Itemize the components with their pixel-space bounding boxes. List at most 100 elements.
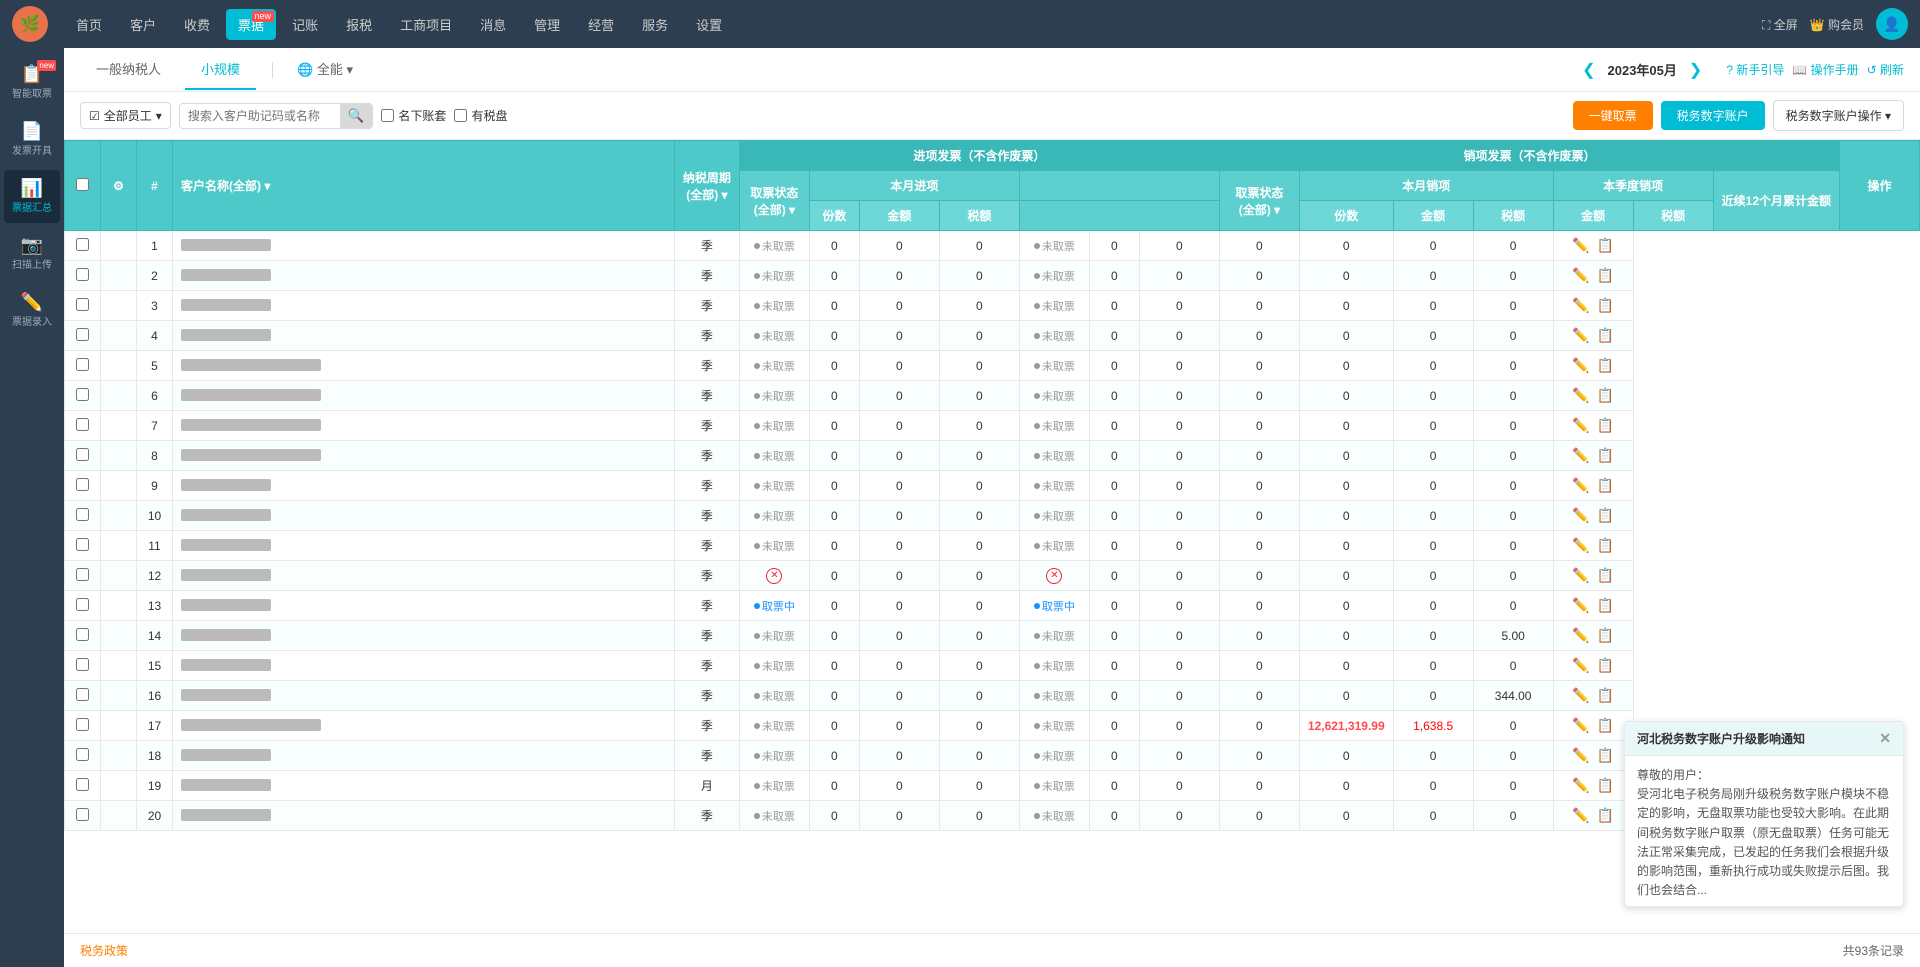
- row-checkbox[interactable]: [76, 778, 89, 791]
- row-checkbox-cell[interactable]: [65, 231, 101, 261]
- row-checkbox-cell[interactable]: [65, 411, 101, 441]
- th-select-all[interactable]: [65, 141, 101, 231]
- row-checkbox-cell[interactable]: [65, 711, 101, 741]
- edit-icon[interactable]: ✏️: [1570, 355, 1591, 375]
- copy-icon[interactable]: 📋: [1595, 325, 1616, 345]
- row-checkbox[interactable]: [76, 748, 89, 761]
- vip-button[interactable]: 👑 购会员: [1810, 16, 1864, 33]
- edit-icon[interactable]: ✏️: [1570, 295, 1591, 315]
- copy-icon[interactable]: 📋: [1595, 475, 1616, 495]
- row-checkbox-cell[interactable]: [65, 681, 101, 711]
- edit-icon[interactable]: ✏️: [1570, 745, 1591, 765]
- nav-invoice[interactable]: 票据 new: [226, 9, 276, 40]
- copy-icon[interactable]: 📋: [1595, 385, 1616, 405]
- row-checkbox[interactable]: [76, 478, 89, 491]
- new-guide-button[interactable]: ? 新手引导: [1726, 61, 1784, 78]
- row-checkbox[interactable]: [76, 448, 89, 461]
- row-expand-cell[interactable]: [101, 771, 137, 801]
- manual-button[interactable]: 📖 操作手册: [1792, 61, 1858, 78]
- row-expand-cell[interactable]: [101, 621, 137, 651]
- row-checkbox[interactable]: [76, 418, 89, 431]
- row-checkbox-cell[interactable]: [65, 351, 101, 381]
- nav-message[interactable]: 消息: [468, 9, 518, 40]
- next-month-button[interactable]: ❯: [1689, 60, 1702, 80]
- copy-icon[interactable]: 📋: [1595, 745, 1616, 765]
- edit-icon[interactable]: ✏️: [1570, 415, 1591, 435]
- th-settings[interactable]: ⚙: [101, 141, 137, 231]
- taxdisk-checkbox[interactable]: [454, 109, 467, 122]
- nav-tax[interactable]: 报税: [334, 9, 384, 40]
- edit-icon[interactable]: ✏️: [1570, 805, 1591, 825]
- tab-small-scale[interactable]: 小规模: [185, 49, 256, 90]
- edit-icon[interactable]: ✏️: [1570, 625, 1591, 645]
- row-checkbox[interactable]: [76, 298, 89, 311]
- row-checkbox-cell[interactable]: [65, 591, 101, 621]
- tax-digital-account-ops-button[interactable]: 税务数字账户操作 ▾: [1773, 100, 1904, 131]
- row-checkbox-cell[interactable]: [65, 441, 101, 471]
- copy-icon[interactable]: 📋: [1595, 265, 1616, 285]
- nav-settings[interactable]: 设置: [684, 9, 734, 40]
- edit-icon[interactable]: ✏️: [1570, 775, 1591, 795]
- edit-icon[interactable]: ✏️: [1570, 595, 1591, 615]
- edit-icon[interactable]: ✏️: [1570, 265, 1591, 285]
- tab-omnibus[interactable]: 🌐 全能 ▾: [281, 49, 369, 90]
- edit-icon[interactable]: ✏️: [1570, 655, 1591, 675]
- copy-icon[interactable]: 📋: [1595, 685, 1616, 705]
- row-expand-cell[interactable]: [101, 411, 137, 441]
- th-in-status[interactable]: 取票状态(全部) ▾: [739, 171, 809, 231]
- edit-icon[interactable]: ✏️: [1570, 235, 1591, 255]
- user-avatar[interactable]: 👤: [1876, 8, 1908, 40]
- nav-home[interactable]: 首页: [64, 9, 114, 40]
- row-checkbox-cell[interactable]: [65, 771, 101, 801]
- row-checkbox[interactable]: [76, 328, 89, 341]
- edit-icon[interactable]: ✏️: [1570, 505, 1591, 525]
- row-checkbox[interactable]: [76, 508, 89, 521]
- row-checkbox[interactable]: [76, 718, 89, 731]
- copy-icon[interactable]: 📋: [1595, 535, 1616, 555]
- row-expand-cell[interactable]: [101, 471, 137, 501]
- row-checkbox-cell[interactable]: [65, 471, 101, 501]
- row-expand-cell[interactable]: [101, 501, 137, 531]
- row-expand-cell[interactable]: [101, 801, 137, 831]
- row-checkbox-cell[interactable]: [65, 801, 101, 831]
- row-checkbox[interactable]: [76, 628, 89, 641]
- copy-icon[interactable]: 📋: [1595, 595, 1616, 615]
- row-expand-cell[interactable]: [101, 321, 137, 351]
- tab-general-taxpayer[interactable]: 一般纳税人: [80, 49, 177, 90]
- row-expand-cell[interactable]: [101, 561, 137, 591]
- one-key-invoice-button[interactable]: 一键取票: [1573, 101, 1653, 130]
- sidebar-item-entry[interactable]: ✏️ 票据录入: [4, 284, 60, 337]
- row-checkbox[interactable]: [76, 658, 89, 671]
- row-expand-cell[interactable]: [101, 291, 137, 321]
- row-expand-cell[interactable]: [101, 591, 137, 621]
- row-checkbox-cell[interactable]: [65, 381, 101, 411]
- prev-month-button[interactable]: ❮: [1582, 60, 1595, 80]
- row-expand-cell[interactable]: [101, 531, 137, 561]
- row-checkbox-cell[interactable]: [65, 621, 101, 651]
- row-checkbox-cell[interactable]: [65, 261, 101, 291]
- copy-icon[interactable]: 📋: [1595, 625, 1616, 645]
- th-customer-name[interactable]: 客户名称(全部) ▾: [173, 141, 675, 231]
- copy-icon[interactable]: 📋: [1595, 295, 1616, 315]
- search-button[interactable]: 🔍: [340, 104, 373, 128]
- sidebar-item-scan[interactable]: 📷 扫描上传: [4, 227, 60, 280]
- app-logo[interactable]: 🌿: [12, 6, 48, 42]
- subsidiary-checkbox[interactable]: [381, 109, 394, 122]
- copy-icon[interactable]: 📋: [1595, 505, 1616, 525]
- edit-icon[interactable]: ✏️: [1570, 535, 1591, 555]
- nav-manage[interactable]: 管理: [522, 9, 572, 40]
- row-checkbox[interactable]: [76, 238, 89, 251]
- nav-business[interactable]: 工商项目: [388, 9, 464, 40]
- edit-icon[interactable]: ✏️: [1570, 385, 1591, 405]
- row-expand-cell[interactable]: [101, 441, 137, 471]
- fullscreen-button[interactable]: ⛶ 全屏: [1762, 16, 1798, 33]
- row-checkbox-cell[interactable]: [65, 531, 101, 561]
- subsidiary-checkbox-label[interactable]: 名下账套: [381, 107, 446, 124]
- row-checkbox[interactable]: [76, 808, 89, 821]
- nav-client[interactable]: 客户: [118, 9, 168, 40]
- row-expand-cell[interactable]: [101, 231, 137, 261]
- tax-digital-account-button[interactable]: 税务数字账户: [1661, 101, 1765, 130]
- sidebar-item-summary[interactable]: 📊 票据汇总: [4, 170, 60, 223]
- copy-icon[interactable]: 📋: [1595, 775, 1616, 795]
- copy-icon[interactable]: 📋: [1595, 355, 1616, 375]
